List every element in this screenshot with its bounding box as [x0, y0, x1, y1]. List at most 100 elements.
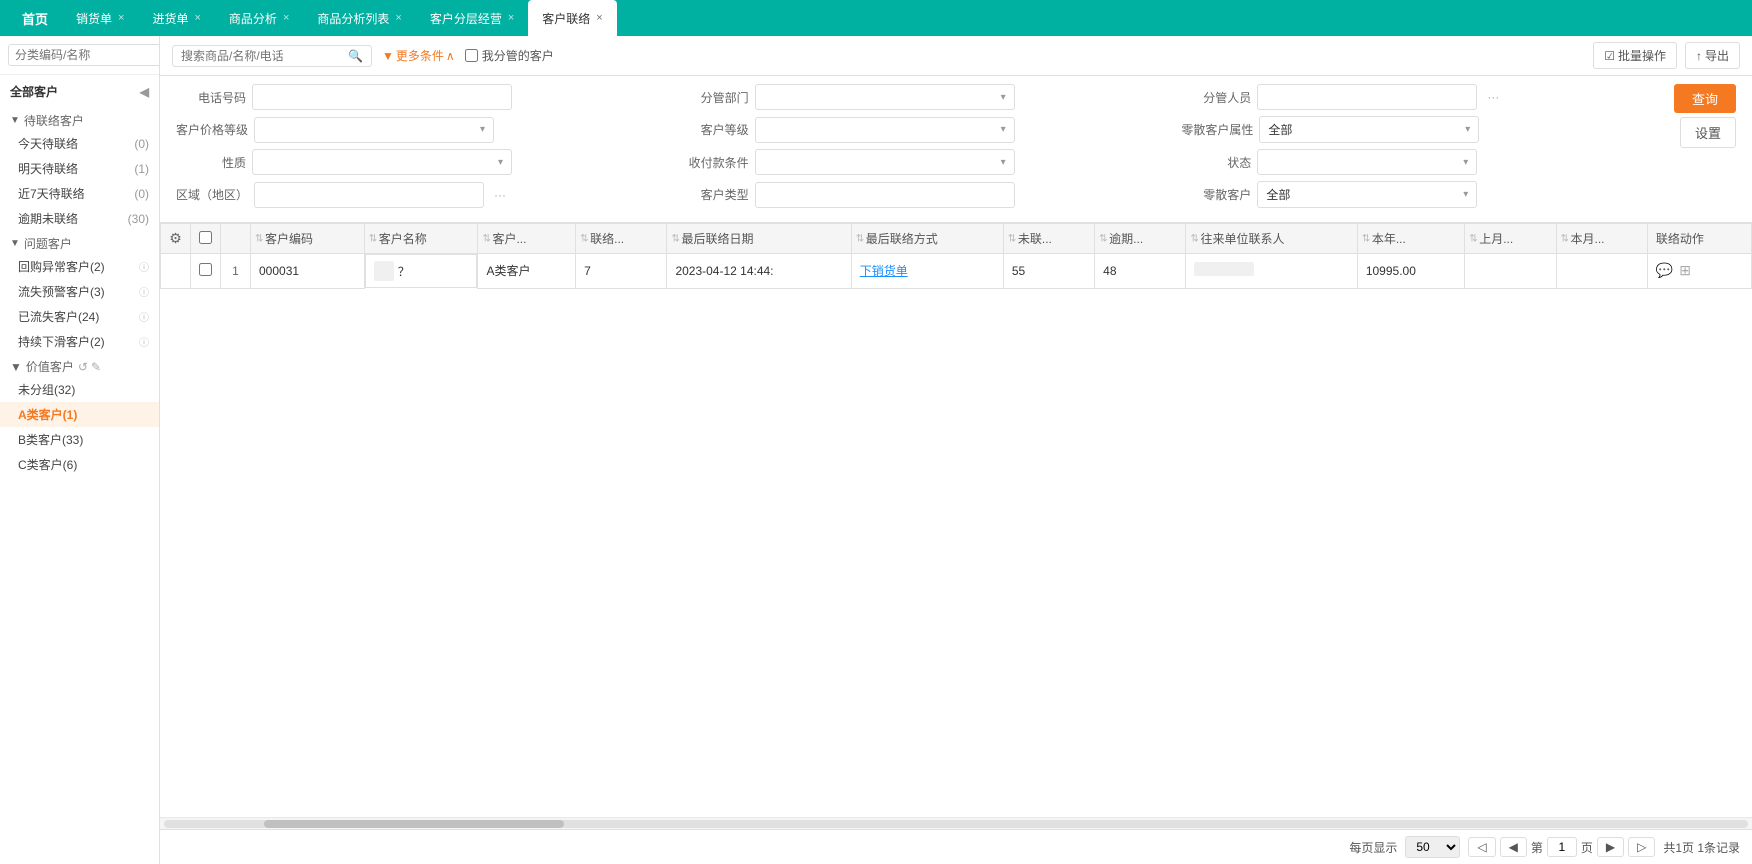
region-dots-icon[interactable]: ···	[494, 188, 506, 202]
contact-method-link[interactable]: 下销货单	[860, 264, 908, 278]
customer-level-select[interactable]: ▾	[755, 117, 1015, 143]
checkbox-col-header[interactable]	[191, 224, 221, 254]
phone-input[interactable]	[252, 84, 512, 110]
filter-query-actions: 查询 设置	[1664, 84, 1736, 214]
nav-tab-sales[interactable]: 销货单 ×	[62, 0, 138, 36]
row-last-date-cell: 2023-04-12 14:44:	[667, 254, 851, 289]
retail-attr-select[interactable]: 全部 ▾	[1259, 116, 1479, 143]
my-customers-checkbox[interactable]	[465, 49, 478, 62]
customer-type-input[interactable]	[755, 182, 1015, 208]
close-customer-contact-tab[interactable]: ×	[596, 12, 602, 24]
row-company-contact-cell	[1186, 254, 1357, 289]
manager-dots-icon[interactable]: ···	[1487, 90, 1499, 104]
close-product-list-tab[interactable]: ×	[395, 12, 401, 24]
sidebar-item-repurchase-anomaly[interactable]: 回购异常客户(2)ⓘ	[0, 254, 159, 279]
close-purchase-tab[interactable]: ×	[194, 12, 200, 24]
close-all-button[interactable]: ×	[1731, 422, 1742, 443]
status-select[interactable]: ▾	[1257, 149, 1477, 175]
scrollbar-thumb[interactable]	[264, 820, 564, 828]
grid-icon[interactable]: ⊞	[1679, 262, 1691, 279]
nav-tab-product-list[interactable]: 商品分析列表 ×	[303, 0, 415, 36]
sidebar-collapse-icon[interactable]: ◀	[140, 85, 149, 99]
price-level-select[interactable]: ▾	[254, 117, 494, 143]
sidebar-item-overdue[interactable]: 逾期未联络(30)	[0, 206, 159, 231]
next-page-button[interactable]: ▶	[1597, 837, 1624, 857]
retail-select[interactable]: 全部 ▾	[1257, 181, 1477, 208]
column-settings-button[interactable]: ⚙	[169, 230, 182, 247]
nav-tab-customer-contact[interactable]: 客户联络 ×	[528, 0, 616, 36]
this-year-col-header[interactable]: ⇅ 本年...	[1357, 224, 1464, 254]
contact-count-col-header[interactable]: ⇅ 联络...	[576, 224, 667, 254]
name-col-header[interactable]: ⇅ 客户名称	[364, 224, 478, 254]
prev-page-button[interactable]: ◀	[1500, 837, 1527, 857]
more-filters-button[interactable]: ▼ 更多条件 ∧	[382, 47, 455, 64]
batch-operations-button[interactable]: ☑ 批量操作	[1593, 42, 1677, 69]
sidebar-item-churned[interactable]: 已流失客户(24)ⓘ	[0, 304, 159, 329]
sort-icon2: ⇅	[369, 233, 377, 244]
close-product-analysis-tab[interactable]: ×	[283, 12, 289, 24]
region-input[interactable]	[254, 182, 484, 208]
horizontal-scrollbar[interactable]	[160, 817, 1752, 829]
customer-type-col-header[interactable]: ⇅ 客户...	[478, 224, 576, 254]
select-all-checkbox[interactable]	[199, 231, 212, 244]
export-button[interactable]: ↑ 导出	[1685, 42, 1740, 69]
not-contacted-col-header[interactable]: ⇅ 未联...	[1003, 224, 1094, 254]
query-button[interactable]: 查询	[1674, 84, 1736, 113]
payment-select[interactable]: ▾	[755, 149, 1015, 175]
filter-actions: ☑ 批量操作 ↑ 导出	[1593, 42, 1740, 69]
dept-label: 分管部门	[679, 89, 749, 106]
close-customer-segment-tab[interactable]: ×	[508, 12, 514, 24]
settings-col-header[interactable]: ⚙	[161, 224, 191, 254]
page-number-input[interactable]	[1547, 837, 1577, 857]
nav-tab-customer-segment[interactable]: 客户分层经营 ×	[416, 0, 528, 36]
last-month-col-header[interactable]: ⇅ 上月...	[1465, 224, 1556, 254]
nav-tab-product-analysis[interactable]: 商品分析 ×	[215, 0, 303, 36]
nav-tab-purchase[interactable]: 进货单 ×	[138, 0, 214, 36]
comment-icon[interactable]: 💬	[1656, 262, 1673, 279]
sidebar-item-tomorrow[interactable]: 明天待联络(1)	[0, 156, 159, 181]
all-customers-header[interactable]: 全部客户 ◀	[0, 75, 159, 108]
edit-icon[interactable]: ✎	[91, 360, 101, 374]
sidebar-search-input[interactable]	[8, 44, 160, 66]
sidebar-item-ungrouped[interactable]: 未分组(32)	[0, 377, 159, 402]
settings-button[interactable]: 设置	[1680, 117, 1736, 148]
last-contact-method-col-header[interactable]: ⇅ 最后联络方式	[851, 224, 1003, 254]
sidebar-item-class-b[interactable]: B类客户(33)	[0, 427, 159, 452]
my-customers-filter[interactable]: 我分管的客户	[465, 47, 554, 64]
filter-row-3: 性质 ▾ 收付款条件 ▾	[176, 149, 1664, 175]
sidebar-item-today[interactable]: 今天待联络(0)	[0, 131, 159, 156]
filter-cell-price-level: 客户价格等级 ▾	[176, 117, 659, 143]
close-sales-tab[interactable]: ×	[118, 12, 124, 24]
this-month-col-header[interactable]: ⇅ 本月...	[1556, 224, 1647, 254]
code-col-header[interactable]: ⇅ 客户编码	[251, 224, 365, 254]
manager-input[interactable]	[1257, 84, 1477, 110]
per-page-select[interactable]: 50 100 200	[1405, 836, 1460, 858]
row-type-cell: A类客户	[478, 254, 576, 289]
overdue-col-header[interactable]: ⇅ 逾期...	[1095, 224, 1186, 254]
company-contact-col-header[interactable]: ⇅ 往来单位联系人	[1186, 224, 1357, 254]
last-contact-date-col-header[interactable]: ⇅ 最后联络日期	[667, 224, 851, 254]
row-name-cell: ？	[365, 254, 478, 288]
nav-tab-home[interactable]: 首页	[8, 0, 62, 36]
row-this-year-cell: 10995.00	[1357, 254, 1464, 289]
filter-cell-retail-attr: 零散客户属性 全部 ▾	[1181, 116, 1664, 143]
triangle-icon: ▼	[10, 115, 20, 126]
last-page-button[interactable]: ▷	[1628, 837, 1655, 857]
row-checkbox[interactable]	[199, 263, 212, 276]
filter-search-area: 🔍	[172, 45, 372, 67]
sidebar-item-churn-warning[interactable]: 流失预警客户(3)ⓘ	[0, 279, 159, 304]
first-page-button[interactable]: ◁	[1468, 837, 1495, 857]
sort-icon4: ⇅	[580, 233, 588, 244]
sidebar-item-week[interactable]: 近7天待联络(0)	[0, 181, 159, 206]
filter-bar: 🔍 ▼ 更多条件 ∧ 我分管的客户 ☑ 批量操作 ↑ 导出	[160, 36, 1752, 76]
refresh-icon[interactable]: ↺	[78, 360, 88, 374]
filter-search-input[interactable]	[181, 49, 348, 63]
row-checkbox-cell[interactable]	[191, 254, 221, 289]
nature-select[interactable]: ▾	[252, 149, 512, 175]
dept-arrow-icon: ▾	[1001, 92, 1006, 103]
sidebar-item-class-a[interactable]: A类客户(1)	[0, 402, 159, 427]
sidebar-item-declining[interactable]: 持续下滑客户(2)ⓘ	[0, 329, 159, 354]
nature-arrow-icon: ▾	[498, 157, 503, 168]
sidebar-item-class-c[interactable]: C类客户(6)	[0, 452, 159, 477]
dept-select[interactable]: ▾	[755, 84, 1015, 110]
